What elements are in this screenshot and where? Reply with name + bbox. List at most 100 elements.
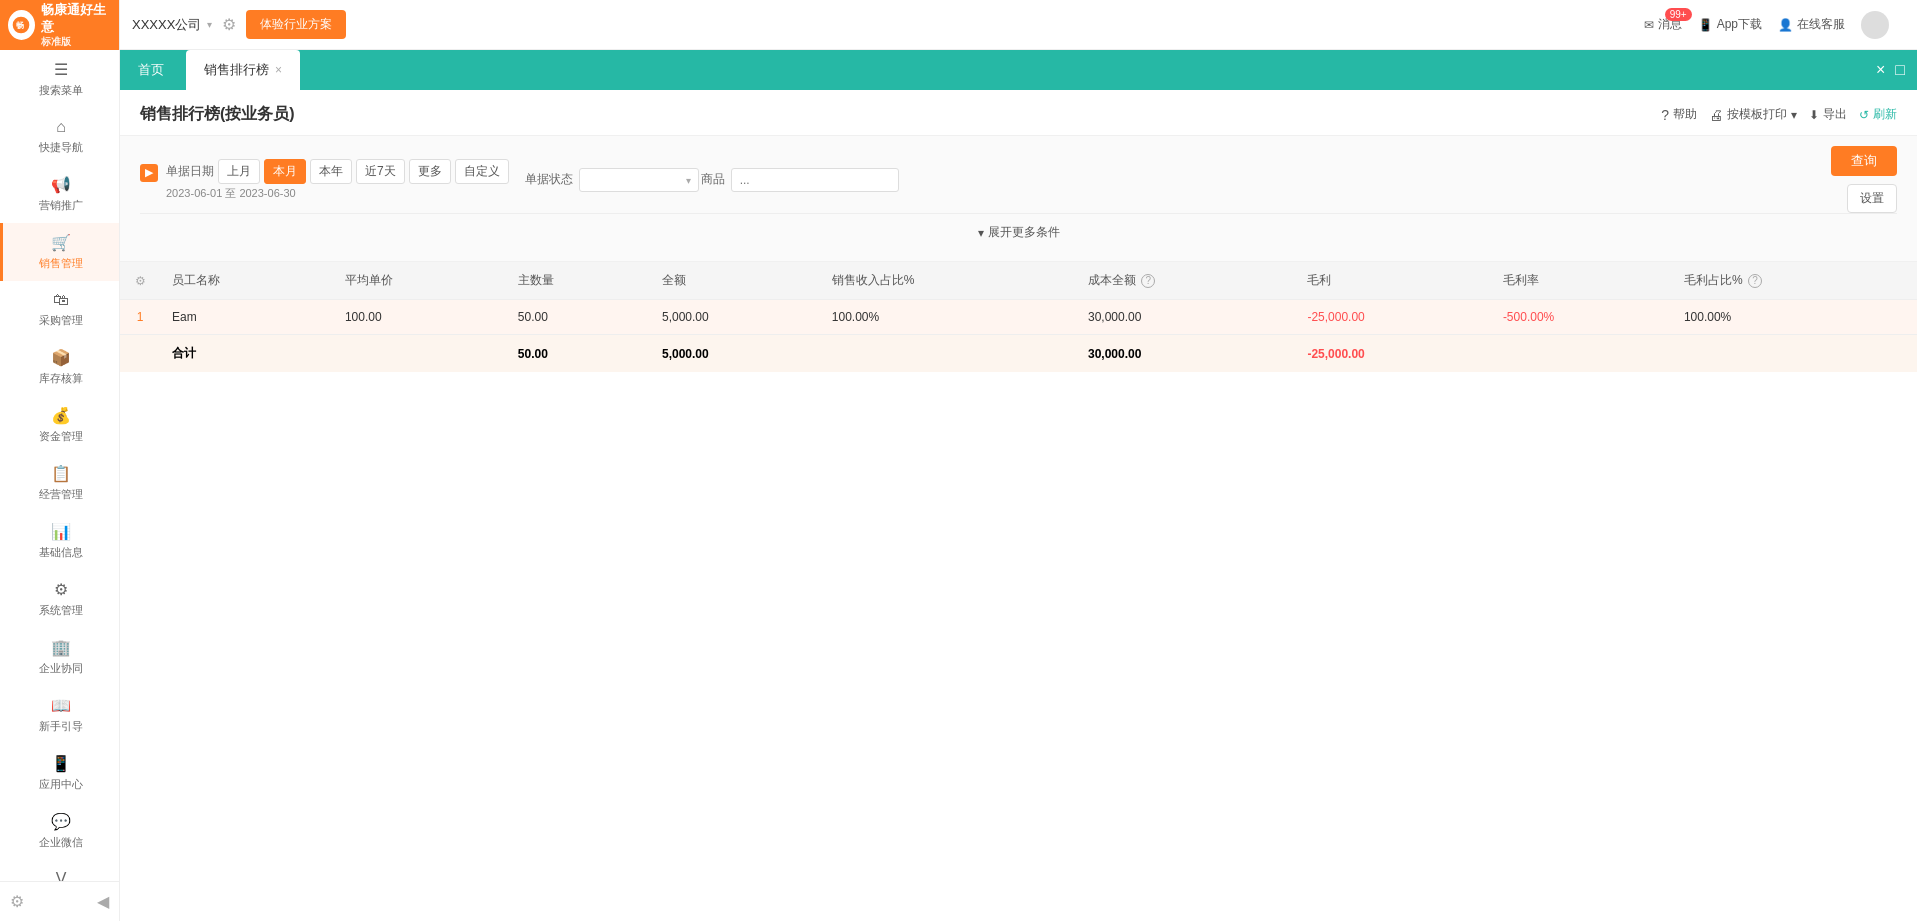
sidebar-item-basicinfo[interactable]: 📊 基础信息 xyxy=(0,512,119,570)
message-button[interactable]: ✉ 消息 99+ xyxy=(1644,16,1682,33)
date-btn-more[interactable]: 更多 xyxy=(409,159,451,184)
sidebar-item-sales[interactable]: 🛒 销售管理 xyxy=(0,223,119,281)
trial-button[interactable]: 体验行业方案 xyxy=(246,10,346,39)
export-button[interactable]: ⬇ 导出 xyxy=(1809,106,1847,123)
col-amount: 全额 xyxy=(650,262,820,300)
table-footer-row: 合计 50.00 5,000.00 30,000.00 -25,000.00 xyxy=(120,335,1917,373)
cell-gross: -25,000.00 xyxy=(1295,300,1490,335)
svg-text:畅: 畅 xyxy=(16,20,24,30)
date-filter-section: 单据日期 上月 本月 本年 近7天 更多 自定义 2023-06-01 至 20… xyxy=(166,159,509,201)
col-qty: 主数量 xyxy=(506,262,650,300)
sidebar-item-apps[interactable]: 📱 应用中心 xyxy=(0,744,119,802)
date-range-label: 2023-06-01 至 2023-06-30 xyxy=(166,186,509,201)
sidebar-item-finance[interactable]: 💰 资金管理 xyxy=(0,396,119,454)
print-button[interactable]: 🖨 按模板打印 ▾ xyxy=(1709,106,1797,123)
enterprise-icon: 🏢 xyxy=(51,638,71,657)
user-avatar[interactable] xyxy=(1861,11,1889,39)
status-filter-label: 单据状态 xyxy=(525,171,573,188)
query-button[interactable]: 查询 xyxy=(1831,146,1897,176)
sidebar-item-operations[interactable]: 📋 经营管理 xyxy=(0,454,119,512)
sidebar-settings-icon[interactable]: ⚙ xyxy=(10,892,24,911)
wechat-icon: 💬 xyxy=(51,812,71,831)
sidebar-nav: ☰ 搜索菜单 ⌂ 快捷导航 📢 营销推广 🛒 销售管理 🛍 采购管理 📦 库存核… xyxy=(0,50,119,881)
footer-empty-5 xyxy=(1672,335,1917,373)
tabbar: 首页 销售排行榜 × × □ xyxy=(120,50,1917,90)
date-btn-last-month[interactable]: 上月 xyxy=(218,159,260,184)
sidebar-collapse-icon[interactable]: ◀ xyxy=(97,892,109,911)
setting-button[interactable]: 设置 xyxy=(1847,184,1897,213)
footer-gross: -25,000.00 xyxy=(1295,335,1490,373)
goods-filter-label: 商品 xyxy=(701,171,725,188)
topbar-gear-icon[interactable]: ⚙ xyxy=(222,15,236,34)
table-header: ⚙ 员工名称 平均单价 主数量 全额 销售收入占比% 成本全额 ? 毛利 毛利率… xyxy=(120,262,1917,300)
sidebar-item-inventory[interactable]: 📦 库存核算 xyxy=(0,338,119,396)
operations-icon: 📋 xyxy=(51,464,71,483)
message-icon: ✉ xyxy=(1644,18,1654,32)
sidebar-item-member[interactable]: V 畅会员 xyxy=(0,860,119,881)
footer-empty-4 xyxy=(1491,335,1672,373)
sidebar: 畅 畅康通好生意 标准版 ☰ 搜索菜单 ⌂ 快捷导航 📢 营销推广 🛒 销售管理… xyxy=(0,0,120,921)
topbar-right: ✉ 消息 99+ 📱 App下载 👤 在线客服 xyxy=(1644,11,1905,39)
cell-avg-price: 100.00 xyxy=(333,300,506,335)
cell-gross-rate: -500.00% xyxy=(1491,300,1672,335)
table-settings-icon[interactable]: ⚙ xyxy=(132,273,148,289)
tab-home[interactable]: 首页 xyxy=(120,50,182,90)
cost-info-icon[interactable]: ? xyxy=(1141,274,1155,288)
tabbar-actions: × □ xyxy=(1876,61,1917,79)
help-button[interactable]: ? 帮助 xyxy=(1661,106,1697,123)
purchase-icon: 🛍 xyxy=(53,291,69,309)
sidebar-item-search[interactable]: ☰ 搜索菜单 xyxy=(0,50,119,108)
page-title: 销售排行榜(按业务员) xyxy=(140,104,295,125)
date-btn-this-year[interactable]: 本年 xyxy=(310,159,352,184)
col-settings: ⚙ xyxy=(120,262,160,300)
print-icon: 🖨 xyxy=(1709,107,1723,123)
company-selector[interactable]: XXXXX公司 ▾ xyxy=(132,16,212,34)
tabbar-close-icon[interactable]: × xyxy=(1876,61,1885,79)
app-icon: 📱 xyxy=(1698,18,1713,32)
topbar: XXXXX公司 ▾ ⚙ 体验行业方案 ✉ 消息 99+ 📱 App下载 👤 在线… xyxy=(120,0,1917,50)
date-filter-label: 单据日期 xyxy=(166,163,214,180)
status-select[interactable] xyxy=(579,168,699,192)
data-table: ⚙ 员工名称 平均单价 主数量 全额 销售收入占比% 成本全额 ? 毛利 毛利率… xyxy=(120,262,1917,372)
page-actions: ? 帮助 🖨 按模板打印 ▾ ⬇ 导出 ↺ 刷新 xyxy=(1661,106,1897,123)
gross-pct-info-icon[interactable]: ? xyxy=(1748,274,1762,288)
cell-qty: 50.00 xyxy=(506,300,650,335)
sidebar-item-marketing[interactable]: 📢 营销推广 xyxy=(0,165,119,223)
footer-empty-1 xyxy=(120,335,160,373)
sidebar-item-enterprise[interactable]: 🏢 企业协同 xyxy=(0,628,119,686)
sidebar-logo-text: 畅康通好生意 标准版 xyxy=(41,2,111,49)
col-gross-rate: 毛利率 xyxy=(1491,262,1672,300)
expand-down-icon: ▾ xyxy=(978,226,984,240)
filter-bar: ▶ 单据日期 上月 本月 本年 近7天 更多 自定义 2023-06-01 至 … xyxy=(120,136,1917,262)
filter-expand-arrow-icon: ▶ xyxy=(140,164,158,182)
goods-input[interactable] xyxy=(731,168,899,192)
filter-arrow[interactable]: ▶ xyxy=(140,159,158,187)
page-content: 销售排行榜(按业务员) ? 帮助 🖨 按模板打印 ▾ ⬇ 导出 ↺ 刷新 xyxy=(120,90,1917,921)
refresh-button[interactable]: ↺ 刷新 xyxy=(1859,106,1897,123)
tabbar-maximize-icon[interactable]: □ xyxy=(1895,61,1905,79)
tab-sales-ranking[interactable]: 销售排行榜 × xyxy=(186,50,300,90)
member-icon: V xyxy=(56,870,67,881)
table-footer: 合计 50.00 5,000.00 30,000.00 -25,000.00 xyxy=(120,335,1917,373)
date-btn-this-month[interactable]: 本月 xyxy=(264,159,306,184)
sidebar-item-guide[interactable]: 📖 新手引导 xyxy=(0,686,119,744)
app-download-button[interactable]: 📱 App下载 xyxy=(1698,16,1762,33)
sidebar-item-quicknav[interactable]: ⌂ 快捷导航 xyxy=(0,108,119,165)
sidebar-item-purchase[interactable]: 🛍 采购管理 xyxy=(0,281,119,338)
apps-icon: 📱 xyxy=(51,754,71,773)
date-btn-7days[interactable]: 近7天 xyxy=(356,159,405,184)
filter-actions: 查询 设置 xyxy=(1831,146,1897,213)
tab-close-icon[interactable]: × xyxy=(275,63,282,77)
marketing-icon: 📢 xyxy=(51,175,71,194)
goods-filter: 商品 xyxy=(701,168,899,192)
table-header-row: ⚙ 员工名称 平均单价 主数量 全额 销售收入占比% 成本全额 ? 毛利 毛利率… xyxy=(120,262,1917,300)
sidebar-item-system[interactable]: ⚙ 系统管理 xyxy=(0,570,119,628)
online-service-button[interactable]: 👤 在线客服 xyxy=(1778,16,1845,33)
cell-cost: 30,000.00 xyxy=(1076,300,1295,335)
table-row: 1 Eam 100.00 50.00 5,000.00 100.00% 30,0… xyxy=(120,300,1917,335)
system-icon: ⚙ xyxy=(54,580,68,599)
company-name: XXXXX公司 xyxy=(132,16,201,34)
date-btn-custom[interactable]: 自定义 xyxy=(455,159,509,184)
expand-more-button[interactable]: ▾ 展开更多条件 xyxy=(966,220,1072,245)
sidebar-item-wechat[interactable]: 💬 企业微信 xyxy=(0,802,119,860)
